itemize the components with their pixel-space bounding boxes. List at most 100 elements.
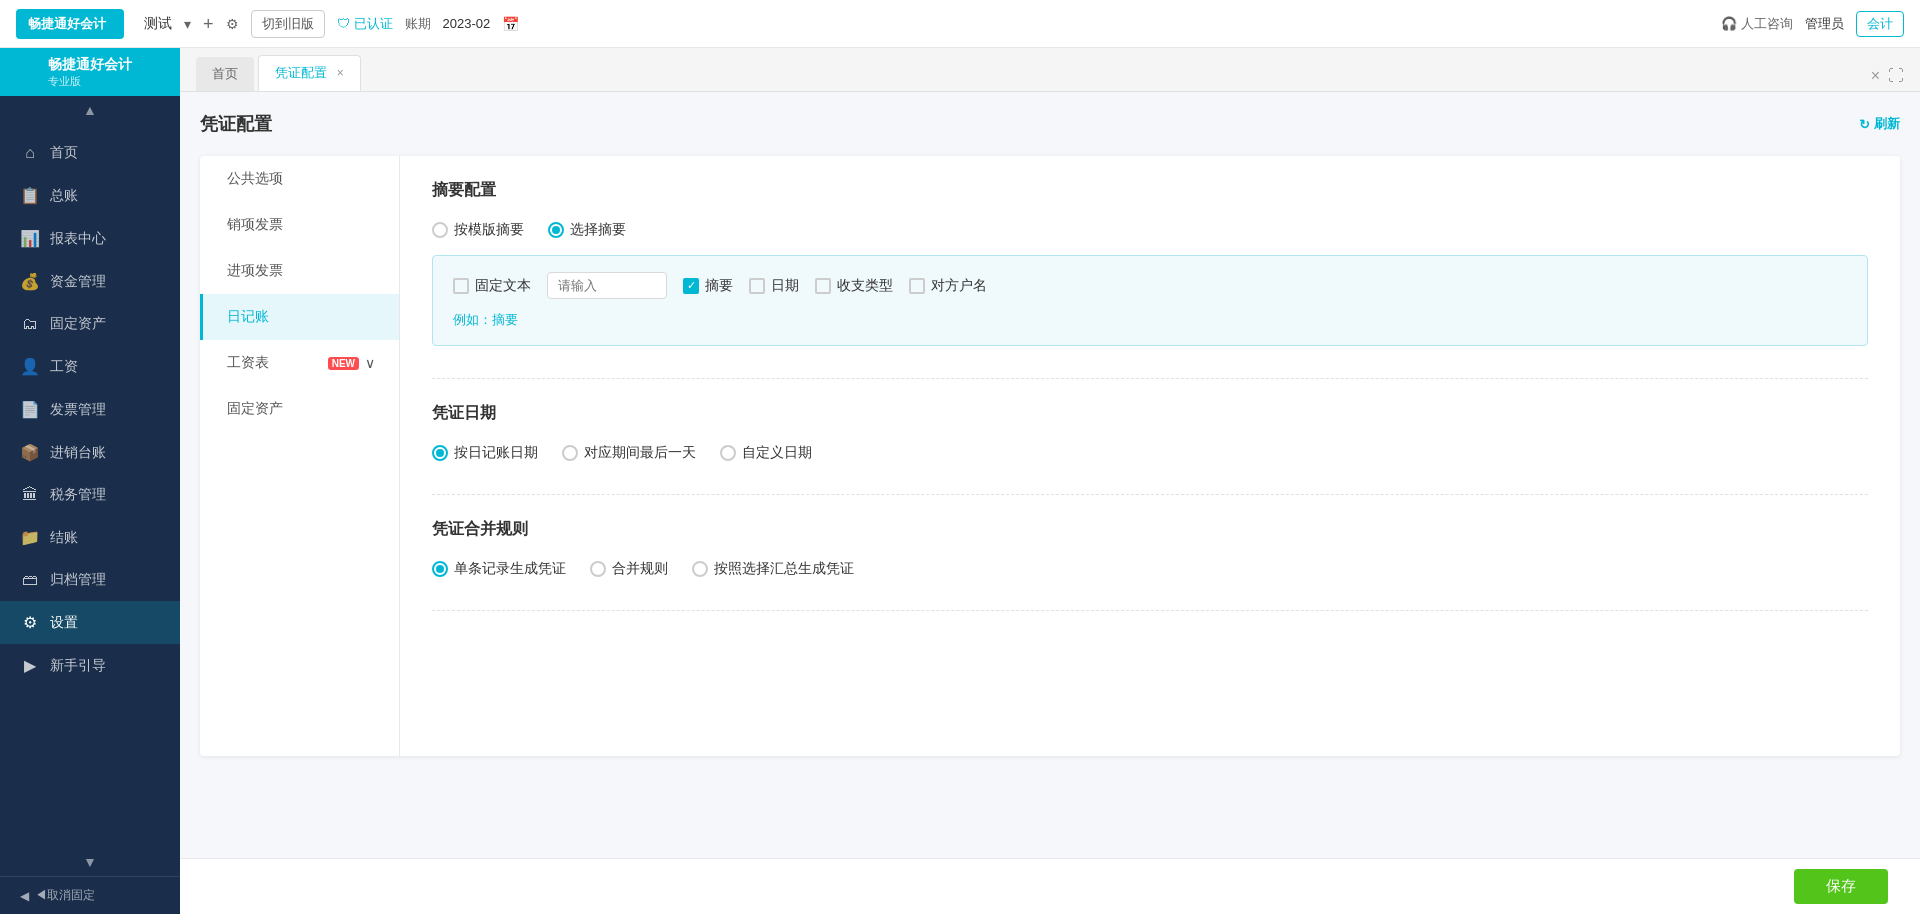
sidebar-item-label: 总账 <box>50 187 78 205</box>
radio-custom-date[interactable]: 自定义日期 <box>720 444 812 462</box>
gear-icon[interactable]: ⚙ <box>226 16 239 32</box>
sidebar-item-label: 报表中心 <box>50 230 106 248</box>
voucher-date-radio-group: 按日记账日期 对应期间最后一天 自定义日期 <box>432 444 1868 462</box>
period-value: 2023-02 <box>443 16 491 31</box>
sidebar-item-payroll[interactable]: 👤 工资 <box>0 345 180 388</box>
sidebar-item-assets[interactable]: 🗂 固定资产 <box>0 303 180 345</box>
cancel-fixed-label: ◀取消固定 <box>35 887 95 904</box>
income-type-checkbox-icon <box>815 278 831 294</box>
ledger-icon: 📋 <box>20 186 40 205</box>
config-item-sales-invoice-label: 销项发票 <box>227 216 283 232</box>
certified-label: 已认证 <box>354 15 393 33</box>
date-checkbox[interactable]: 日期 <box>749 277 799 295</box>
summary-checkbox-icon <box>683 278 699 294</box>
service-button[interactable]: 🎧 人工咨询 <box>1721 15 1793 33</box>
sidebar-scroll-up[interactable]: ▲ <box>0 96 180 124</box>
tab-home[interactable]: 首页 <box>196 57 254 91</box>
sidebar-item-tax[interactable]: 🏛 税务管理 <box>0 474 180 516</box>
sidebar-item-purchase-sales[interactable]: 📦 进销台账 <box>0 431 180 474</box>
sidebar-logo-text: 畅捷通好会计 <box>48 56 132 74</box>
radio-period-last[interactable]: 对应期间最后一天 <box>562 444 696 462</box>
fixed-text-checkbox[interactable]: 固定文本 <box>453 277 531 295</box>
radio-merge-rule[interactable]: 合并规则 <box>590 560 668 578</box>
sidebar-scroll-down[interactable]: ▼ <box>0 848 180 876</box>
fixed-text-label: 固定文本 <box>475 277 531 295</box>
config-item-sales-invoice[interactable]: 销项发票 <box>200 202 399 248</box>
fixed-text-input[interactable] <box>547 272 667 299</box>
sidebar-item-label: 工资 <box>50 358 78 376</box>
sidebar-item-home[interactable]: ⌂ 首页 <box>0 132 180 174</box>
config-item-fixed-assets[interactable]: 固定资产 <box>200 386 399 432</box>
old-version-button[interactable]: 切到旧版 <box>251 10 325 38</box>
sidebar-item-archive[interactable]: 🗃 归档管理 <box>0 559 180 601</box>
radio-template-icon <box>432 222 448 238</box>
counterpart-checkbox[interactable]: 对方户名 <box>909 277 987 295</box>
sidebar-item-label: 首页 <box>50 144 78 162</box>
sidebar-item-invoices[interactable]: 📄 发票管理 <box>0 388 180 431</box>
page-title-row: 凭证配置 ↻ 刷新 <box>200 112 1900 136</box>
date-checkbox-icon <box>749 278 765 294</box>
config-item-payroll-table[interactable]: 工资表 NEW ∨ <box>200 340 399 386</box>
sidebar-cancel-fixed[interactable]: ◀ ◀取消固定 <box>0 876 180 914</box>
tab-close-icon[interactable]: × <box>337 66 344 80</box>
page-content: 凭证配置 ↻ 刷新 公共选项 销项发票 进项发票 <box>180 92 1920 858</box>
config-item-purchase-invoice[interactable]: 进项发票 <box>200 248 399 294</box>
radio-template-label: 按模版摘要 <box>454 221 524 239</box>
sidebar-item-settings[interactable]: ⚙ 设置 <box>0 601 180 644</box>
tab-voucher-config-label: 凭证配置 <box>275 65 327 80</box>
headset-icon: 🎧 <box>1721 16 1737 31</box>
radio-single-record-label: 单条记录生成凭证 <box>454 560 566 578</box>
radio-period-last-icon <box>562 445 578 461</box>
sidebar-item-funds[interactable]: 💰 资金管理 <box>0 260 180 303</box>
sidebar-item-label: 新手引导 <box>50 657 106 675</box>
radio-template-summary[interactable]: 按模版摘要 <box>432 221 524 239</box>
date-label: 日期 <box>771 277 799 295</box>
config-item-public[interactable]: 公共选项 <box>200 156 399 202</box>
sidebar-item-ledger[interactable]: 📋 总账 <box>0 174 180 217</box>
divider-3 <box>432 610 1868 611</box>
company-dropdown-icon[interactable]: ▾ <box>184 16 191 32</box>
sidebar-item-close-accounts[interactable]: 📁 结账 <box>0 516 180 559</box>
summary-checkbox[interactable]: 摘要 <box>683 277 733 295</box>
radio-select-icon <box>548 222 564 238</box>
accountant-button[interactable]: 会计 <box>1856 11 1904 37</box>
main-layout: 畅捷通好会计 专业版 ▲ ⌂ 首页 📋 总账 📊 报表中心 💰 资金管理 <box>0 48 1920 914</box>
example-text: 例如：摘要 <box>453 311 1847 329</box>
calendar-icon[interactable]: 📅 <box>502 16 519 32</box>
save-button[interactable]: 保存 <box>1794 869 1888 904</box>
radio-select-summary[interactable]: 选择摘要 <box>548 221 626 239</box>
sidebar-item-label: 结账 <box>50 529 78 547</box>
fullscreen-button[interactable]: ⛶ <box>1888 67 1904 85</box>
archive-icon: 🗃 <box>20 571 40 589</box>
sidebar-item-label: 税务管理 <box>50 486 106 504</box>
window-close-button[interactable]: × <box>1871 67 1880 85</box>
radio-journal-date-label: 按日记账日期 <box>454 444 538 462</box>
refresh-button[interactable]: ↻ 刷新 <box>1859 115 1900 133</box>
income-type-checkbox[interactable]: 收支类型 <box>815 277 893 295</box>
radio-custom-date-icon <box>720 445 736 461</box>
config-layout: 公共选项 销项发票 进项发票 日记账 工资表 <box>200 156 1900 756</box>
radio-single-record-icon <box>432 561 448 577</box>
summary-config-box: 固定文本 摘要 日期 <box>432 255 1868 346</box>
tab-voucher-config[interactable]: 凭证配置 × <box>258 55 361 91</box>
config-item-payroll-row: 工资表 NEW ∨ <box>227 354 375 372</box>
logo-text: 畅捷通好会计 <box>28 15 106 33</box>
period-label: 账期 <box>405 15 431 33</box>
radio-journal-date-icon <box>432 445 448 461</box>
config-item-journal[interactable]: 日记账 <box>200 294 399 340</box>
radio-custom-date-label: 自定义日期 <box>742 444 812 462</box>
merge-rule-title: 凭证合并规则 <box>432 519 1868 540</box>
reports-icon: 📊 <box>20 229 40 248</box>
merge-rule-section: 凭证合并规则 单条记录生成凭证 合并规则 <box>432 519 1868 578</box>
radio-single-record[interactable]: 单条记录生成凭证 <box>432 560 566 578</box>
add-icon[interactable]: + <box>203 15 214 33</box>
radio-journal-date[interactable]: 按日记账日期 <box>432 444 538 462</box>
counterpart-checkbox-icon <box>909 278 925 294</box>
admin-label[interactable]: 管理员 <box>1805 15 1844 33</box>
sidebar-item-label: 归档管理 <box>50 571 106 589</box>
sidebar-logo-sub: 专业版 <box>48 74 132 89</box>
radio-select-summary-generate[interactable]: 按照选择汇总生成凭证 <box>692 560 854 578</box>
logo-area: 畅捷通好会计 <box>16 9 124 39</box>
sidebar-item-reports[interactable]: 📊 报表中心 <box>0 217 180 260</box>
sidebar-item-guide[interactable]: ▶ 新手引导 <box>0 644 180 687</box>
